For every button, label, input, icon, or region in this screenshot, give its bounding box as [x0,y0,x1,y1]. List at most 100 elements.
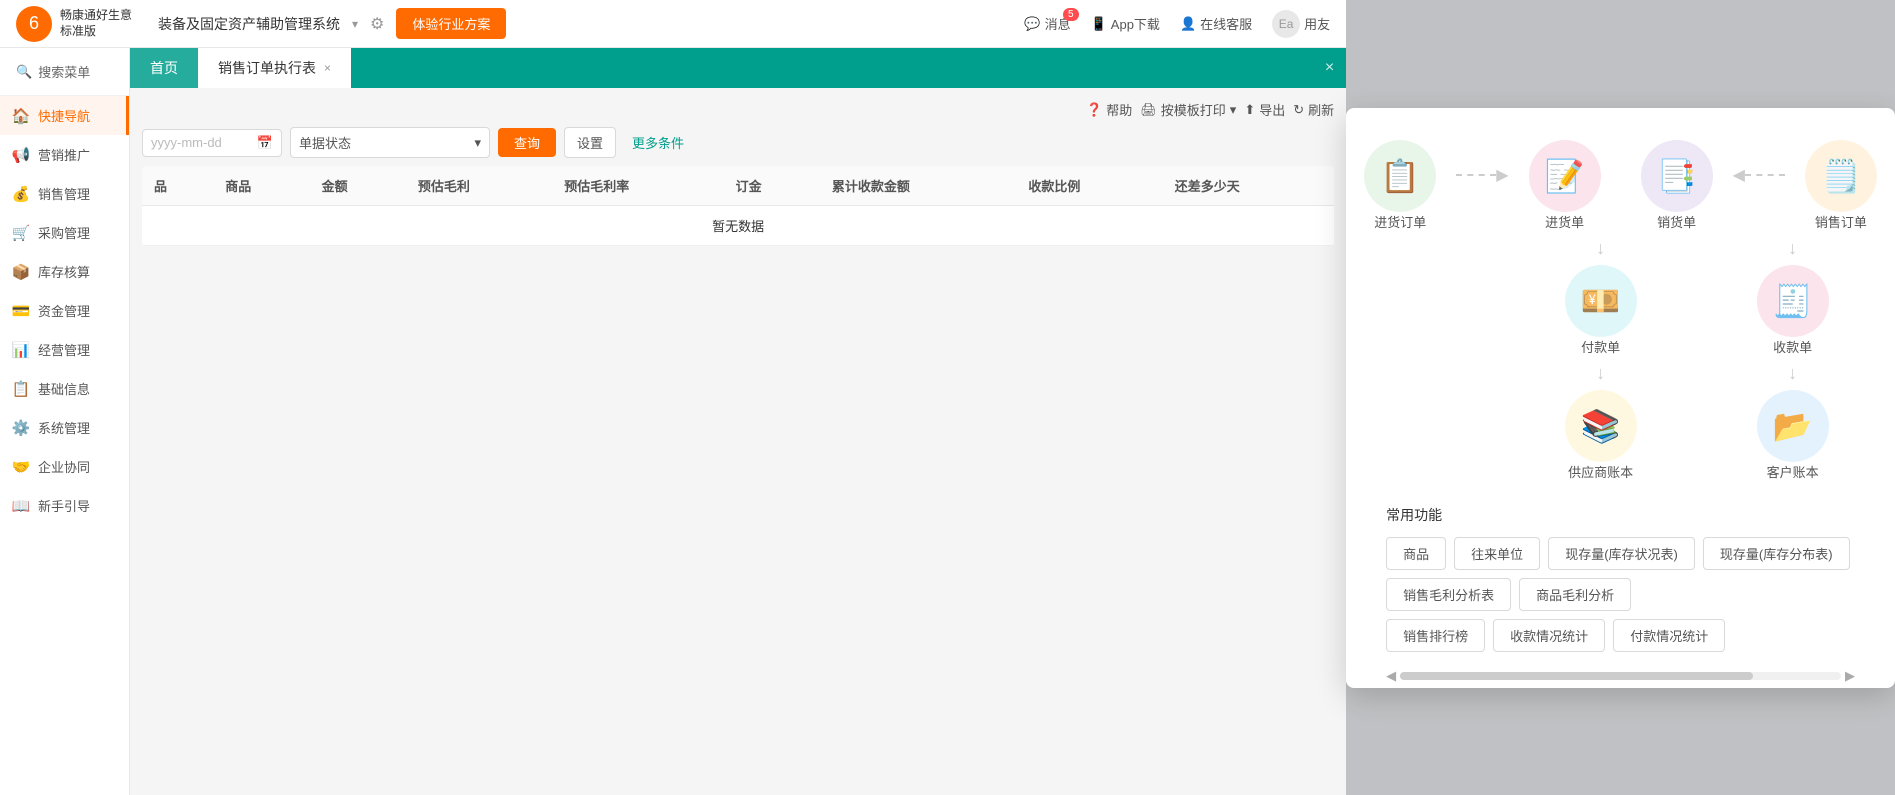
sidebar-item-inventory[interactable]: 📦 库存核算 [0,252,129,291]
flow-node-customer-ledger[interactable]: 📂 客户账本 [1757,390,1829,481]
operations-icon: 📊 [12,341,30,359]
flow-node-sales-slip[interactable]: 📑 销货单 [1641,140,1713,231]
common-btn-goods[interactable]: 商品 [1386,537,1446,570]
sidebar-item-system[interactable]: ⚙️ 系统管理 [0,408,129,447]
payment-icon: 💴 [1565,265,1637,337]
logo-area: 6 畅康通好生意 标准版 [16,6,146,42]
service-icon: 👤 [1180,16,1196,32]
settings-icon[interactable]: ⚙ [370,14,384,34]
common-btn-stock-dist[interactable]: 现存量(库存分布表) [1703,537,1850,570]
help-btn[interactable]: ❓ 帮助 [1086,100,1132,119]
common-btn-sales-rank[interactable]: 销售排行榜 [1386,619,1485,652]
sidebar-item-purchase[interactable]: 🛒 采购管理 [0,213,129,252]
user-menu[interactable]: Ea 用友 [1272,10,1330,38]
sidebar-item-guide[interactable]: 📖 新手引导 [0,486,129,525]
system-title: 装备及固定资产辅助管理系统 [158,14,340,34]
settings-btn[interactable]: 设置 [564,127,616,158]
basicinfo-icon: 📋 [12,380,30,398]
arrow-down-purchase: ↓ [1565,239,1637,257]
sidebar-item-quicknav[interactable]: 🏠 快捷导航 [0,96,129,135]
top-right: 💬 消息 5 📱 App下载 👤 在线客服 Ea 用友 [1024,10,1330,38]
inventory-icon: 📦 [12,263,30,281]
status-select[interactable]: 单据状态 ▾ [290,127,490,158]
purchase-order-icon: 📋 [1364,140,1436,212]
message-btn[interactable]: 💬 消息 5 [1024,14,1070,33]
table-container: 品 商品 金额 预估毛利 预估毛利率 订金 累计收款金额 收款比例 还差多少天 [142,166,1334,246]
guide-icon: 📖 [12,497,30,515]
col-amount: 金额 [310,166,406,206]
template-print-btn[interactable]: 🖨 按模板打印 ▾ [1140,100,1236,119]
flow-arrows-down-2: ↓ ↓ [1386,360,1855,386]
flow-node-receipt[interactable]: 🧾 收款单 [1757,265,1829,356]
chevron-down-icon: ▾ [474,135,481,151]
more-filter-btn[interactable]: 更多条件 [624,128,692,157]
calendar-icon: 📅 [257,135,273,151]
help-icon: ❓ [1086,102,1102,118]
date-input[interactable]: yyyy-mm-dd 📅 [142,129,282,157]
toolbar-right: ❓ 帮助 🖨 按模板打印 ▾ ⬆ 导出 ↻ [1086,100,1334,119]
popup-scrollbar-container: ◀ ▶ [1386,668,1855,684]
app-download-btn[interactable]: 📱 App下载 [1091,14,1160,33]
content-area: 首页 销售订单执行表 × × ❓ 帮助 [130,48,1346,795]
common-btn-stock-status[interactable]: 现存量(库存状况表) [1548,537,1695,570]
search-menu-btn[interactable]: 🔍 搜索菜单 [8,58,121,85]
flow-node-payment[interactable]: 💴 付款单 [1565,265,1637,356]
message-badge: 5 [1063,8,1079,21]
scrollbar-thumb[interactable] [1400,672,1753,680]
sidebar-item-collab[interactable]: 🤝 企业协同 [0,447,129,486]
marketing-icon: 📢 [12,146,30,164]
data-table: 品 商品 金额 预估毛利 预估毛利率 订金 累计收款金额 收款比例 还差多少天 [142,166,1334,246]
scroll-left-arrow[interactable]: ◀ [1386,668,1396,684]
logo-icon: 6 [16,6,52,42]
common-btn-sales-profit[interactable]: 销售毛利分析表 [1386,578,1511,611]
flow-node-sales-order[interactable]: 🗒️ 销售订单 [1805,140,1877,231]
online-service-btn[interactable]: 👤 在线客服 [1180,14,1252,33]
common-btn-contacts[interactable]: 往来单位 [1454,537,1540,570]
common-btn-payment-stats[interactable]: 付款情况统计 [1613,619,1725,652]
flow-section: 📋 进货订单 ▶ 📝 进货单 📑 销货单 ◀ 🗒️ 销售订 [1386,140,1855,481]
sales-icon: 💰 [12,185,30,203]
sidebar-item-marketing[interactable]: 📢 营销推广 [0,135,129,174]
flow-node-supplier-ledger[interactable]: 📚 供应商账本 [1565,390,1637,481]
sidebar-item-basicinfo[interactable]: 📋 基础信息 [0,369,129,408]
common-btn-goods-profit[interactable]: 商品毛利分析 [1519,578,1631,611]
download-icon: 📱 [1091,16,1107,32]
refresh-btn[interactable]: ↻ 刷新 [1293,100,1334,119]
common-btn-receipt-stats[interactable]: 收款情况统计 [1493,619,1605,652]
tab-bar: 首页 销售订单执行表 × × [130,48,1346,88]
refresh-icon: ↻ [1293,102,1304,118]
col-total-received: 累计收款金额 [820,166,1016,206]
query-btn[interactable]: 查询 [498,128,556,157]
tab-home[interactable]: 首页 [130,48,198,88]
flow-bot-row: 📚 供应商账本 📂 客户账本 [1386,390,1855,481]
common-btns-row1: 商品 往来单位 现存量(库存状况表) 现存量(库存分布表) 销售毛利分析表 商品… [1386,537,1855,611]
purchase-icon: 🛒 [12,224,30,242]
filter-row: yyyy-mm-dd 📅 单据状态 ▾ 查询 设置 更多条件 [142,127,1334,158]
common-functions-section: 常用功能 商品 往来单位 现存量(库存状况表) 现存量(库存分布表) 销售毛利分… [1386,505,1855,652]
experience-btn[interactable]: 体验行业方案 [396,8,506,39]
flow-node-purchase-order[interactable]: 📋 进货订单 [1364,140,1436,231]
tab-bar-close-btn[interactable]: × [1325,59,1334,77]
sidebar: 🔍 搜索菜单 🏠 快捷导航 📢 营销推广 💰 销售管理 🛒 [0,48,130,795]
sidebar-item-finance[interactable]: 💳 资金管理 [0,291,129,330]
logo-text: 畅康通好生意 标准版 [60,8,132,39]
system-icon: ⚙️ [12,419,30,437]
col-est-profit-rate: 预估毛利率 [552,166,723,206]
col-pin: 品 [142,166,213,206]
content-body: ❓ 帮助 🖨 按模板打印 ▾ ⬆ 导出 ↻ [130,88,1346,795]
sidebar-item-operations[interactable]: 📊 经营管理 [0,330,129,369]
export-btn[interactable]: ⬆ 导出 [1244,100,1285,119]
customer-ledger-icon: 📂 [1757,390,1829,462]
common-functions-title: 常用功能 [1386,505,1855,525]
arrow-down-sales: ↓ [1757,239,1829,257]
table-empty-row: 暂无数据 [142,206,1334,246]
sidebar-item-sales[interactable]: 💰 销售管理 [0,174,129,213]
title-dropdown-icon[interactable]: ▾ [352,17,358,31]
flow-node-purchase-slip[interactable]: 📝 进货单 [1529,140,1601,231]
tab-sales-order[interactable]: 销售订单执行表 × [198,48,351,88]
main-area: 🔍 搜索菜单 🏠 快捷导航 📢 营销推广 💰 销售管理 🛒 [0,48,1346,795]
scroll-right-arrow[interactable]: ▶ [1845,668,1855,684]
table-header-row: 品 商品 金额 预估毛利 预估毛利率 订金 累计收款金额 收款比例 还差多少天 [142,166,1334,206]
sidebar-nav: 🏠 快捷导航 📢 营销推广 💰 销售管理 🛒 采购管理 📦 库存核 [0,96,129,795]
tab-close-btn[interactable]: × [324,61,331,75]
